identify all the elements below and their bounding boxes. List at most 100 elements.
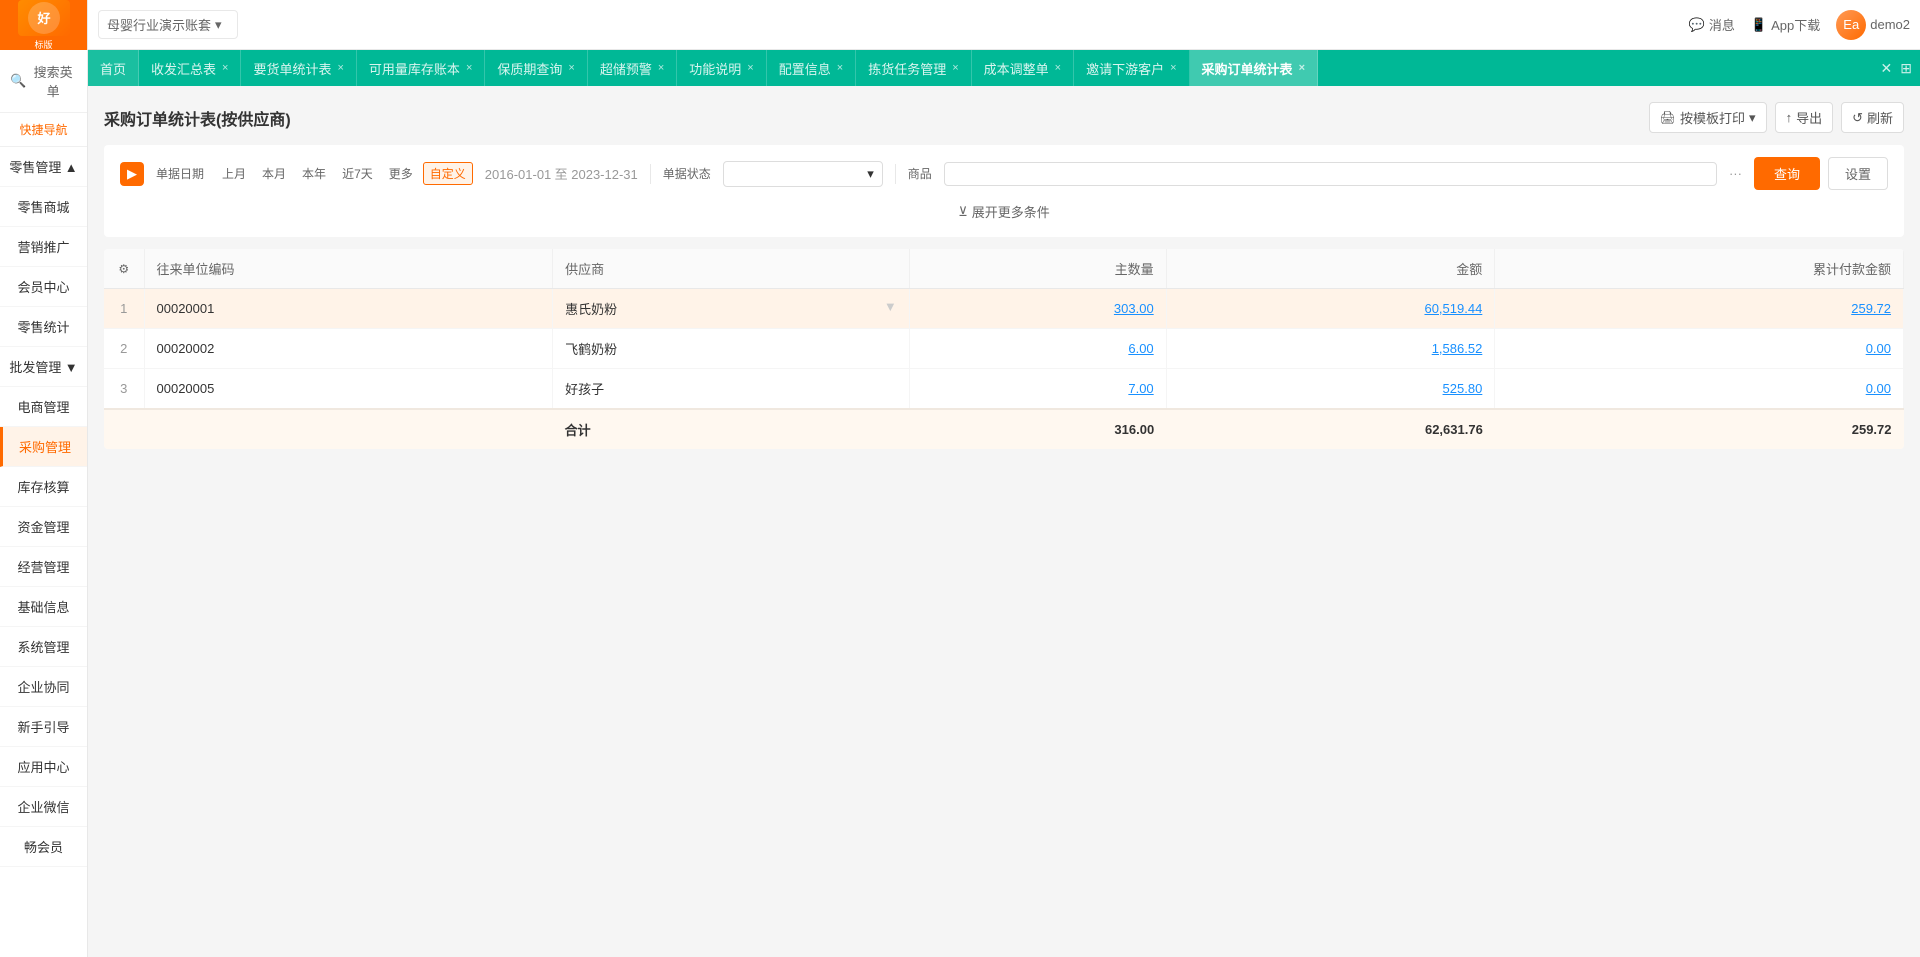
sidebar-item-inventory[interactable]: 库存核算 [0, 467, 87, 507]
expand-row-icon[interactable]: ▼ [884, 299, 897, 314]
tab-keyongliang[interactable]: 可用量库存账本 × [357, 50, 485, 86]
tab-close-icon[interactable]: × [568, 62, 574, 74]
refresh-icon: ↺ [1852, 110, 1863, 126]
paid-amount-cell: 0.00 [1495, 329, 1904, 369]
tab-close-icon[interactable]: × [747, 62, 753, 74]
tab-shoufahuizong[interactable]: 收发汇总表 × [139, 50, 241, 86]
data-table-container: ⚙ 往来单位编码 供应商 主数量 金额 [104, 249, 1904, 449]
shortcut-custom[interactable]: 自定义 [423, 162, 473, 185]
status-filter-label: 单据状态 [663, 165, 711, 182]
date-from: 2016-01-01 [485, 167, 552, 182]
tab-caigoudingdantable[interactable]: 采购订单统计表 × [1190, 50, 1318, 86]
shortcut-more[interactable]: 更多 [383, 163, 419, 184]
amount-value[interactable]: 1,586.52 [1432, 341, 1483, 356]
expand-conditions-button[interactable]: ⊻ 展开更多条件 [958, 202, 1050, 221]
tab-close-icon[interactable]: × [837, 62, 843, 74]
workspace-selector[interactable]: 母婴行业演示账套 ▾ [98, 10, 238, 39]
amount-value[interactable]: 60,519.44 [1424, 301, 1482, 316]
sidebar-item-ecommerce[interactable]: 电商管理 [0, 387, 87, 427]
table-row[interactable]: 2 00020002 飞鹤奶粉 6.00 1,586.52 0.00 [104, 329, 1904, 369]
sidebar-item-retail-store[interactable]: 零售商城 [0, 187, 87, 227]
sidebar-item-sys-mgmt[interactable]: 系统管理 [0, 627, 87, 667]
tab-close-icon[interactable]: × [222, 62, 228, 74]
tab-close-icon[interactable]: × [658, 62, 664, 74]
download-icon: 📱 [1751, 17, 1767, 33]
query-button[interactable]: 查询 [1754, 157, 1820, 190]
sidebar-item-new-guide[interactable]: 新手引导 [0, 707, 87, 747]
sidebar-item-enterprise[interactable]: 企业协同 [0, 667, 87, 707]
template-print-button[interactable]: 🖨 按模板打印 ▾ [1649, 102, 1767, 133]
shortcut-this-month[interactable]: 本月 [256, 163, 292, 184]
paid-amount-value[interactable]: 259.72 [1851, 301, 1891, 316]
tab-expand-icon[interactable]: ⊞ [1900, 60, 1912, 77]
arrow-icon: ▼ [65, 360, 78, 375]
shortcut-this-year[interactable]: 本年 [296, 163, 332, 184]
sidebar-item-wholesale[interactable]: 批发管理 ▼ [0, 347, 87, 387]
sidebar-item-vip[interactable]: 畅会员 [0, 827, 87, 867]
tab-close-icon[interactable]: × [1170, 62, 1176, 74]
tab-yaoqing[interactable]: 邀请下游客户 × [1074, 50, 1189, 86]
filter-divider [650, 164, 651, 184]
sidebar-item-retail[interactable]: 零售管理 ▲ [0, 147, 87, 187]
sidebar-item-enterprise-wechat[interactable]: 企业微信 [0, 787, 87, 827]
tab-close-icon[interactable]: × [337, 62, 343, 74]
sidebar-item-purchase[interactable]: 采购管理 [0, 427, 87, 467]
refresh-button[interactable]: ↺ 刷新 [1841, 102, 1904, 133]
tab-close-icon[interactable]: × [952, 62, 958, 74]
paid-amount-value[interactable]: 0.00 [1866, 341, 1891, 356]
sidebar-item-retail-stats[interactable]: 零售统计 [0, 307, 87, 347]
amount-value[interactable]: 525.80 [1443, 381, 1483, 396]
tab-home[interactable]: 首页 [88, 50, 139, 86]
tab-close-icon[interactable]: × [466, 62, 472, 74]
quick-nav-item[interactable]: 快捷导航 [0, 113, 87, 147]
table-row[interactable]: 1 00020001 惠氏奶粉 ▼ 303.00 60,519.44 [104, 289, 1904, 329]
main-qty-value[interactable]: 6.00 [1128, 341, 1153, 356]
table-row[interactable]: 3 00020005 好孩子 7.00 525.80 0.00 [104, 369, 1904, 410]
sidebar-item-app-center[interactable]: 应用中心 [0, 747, 87, 787]
tab-baozhi[interactable]: 保质期查询 × [485, 50, 587, 86]
app-download-button[interactable]: 📱 App下载 [1751, 15, 1820, 34]
tab-chengbentiaosheng[interactable]: 成本调整单 × [972, 50, 1074, 86]
col-settings[interactable]: ⚙ [104, 249, 144, 289]
shortcut-7days[interactable]: 近7天 [336, 163, 379, 184]
col-paid-amount: 累计付款金额 [1495, 249, 1904, 289]
row-number: 3 [104, 369, 144, 410]
user-profile[interactable]: Ea demo2 [1836, 10, 1910, 40]
tab-chaochuuyujing[interactable]: 超储预警 × [588, 50, 677, 86]
more-options-icon[interactable]: ··· [1729, 166, 1742, 181]
shortcut-last-month[interactable]: 上月 [216, 163, 252, 184]
footer-paid-amount: 259.72 [1495, 409, 1904, 449]
status-filter-select[interactable]: ▾ [723, 161, 883, 187]
tab-gongneng[interactable]: 功能说明 × [677, 50, 766, 86]
sidebar-item-marketing[interactable]: 营销推广 [0, 227, 87, 267]
tab-close-all-icon[interactable]: ✕ [1881, 60, 1893, 77]
tab-tuohuo[interactable]: 拣货任务管理 × [856, 50, 971, 86]
date-shortcuts: 上月 本月 本年 近7天 更多 自定义 [216, 162, 473, 185]
settings-button[interactable]: 设置 [1828, 157, 1888, 190]
avatar-text: Ea [1843, 17, 1859, 32]
sidebar-item-basic-info[interactable]: 基础信息 [0, 587, 87, 627]
search-button[interactable]: 🔍 搜索英单 [6, 58, 81, 104]
filter-toggle-button[interactable]: ▶ [120, 162, 144, 186]
message-button[interactable]: 💬 消息 [1689, 15, 1735, 34]
export-label: 导出 [1796, 108, 1822, 127]
tab-close-icon[interactable]: × [1299, 62, 1305, 74]
export-button[interactable]: ↑ 导出 [1775, 102, 1834, 133]
col-header-label: 主数量 [1115, 262, 1154, 277]
tab-yaohuodan[interactable]: 要货单统计表 × [241, 50, 356, 86]
sidebar-item-label: 新手引导 [17, 720, 69, 735]
export-icon: ↑ [1786, 110, 1793, 125]
product-filter-input[interactable] [944, 162, 1717, 186]
sidebar-item-label: 资金管理 [17, 520, 69, 535]
sidebar-item-operations[interactable]: 经营管理 [0, 547, 87, 587]
paid-amount-value[interactable]: 0.00 [1866, 381, 1891, 396]
tab-close-icon[interactable]: × [1055, 62, 1061, 74]
main-qty-value[interactable]: 303.00 [1114, 301, 1154, 316]
sidebar-item-finance[interactable]: 资金管理 [0, 507, 87, 547]
sidebar-item-member[interactable]: 会员中心 [0, 267, 87, 307]
main-qty-cell: 6.00 [909, 329, 1166, 369]
tab-peizhi[interactable]: 配置信息 × [767, 50, 856, 86]
app-download-label: App下载 [1771, 15, 1820, 34]
tab-label: 保质期查询 [497, 59, 562, 78]
main-qty-value[interactable]: 7.00 [1128, 381, 1153, 396]
